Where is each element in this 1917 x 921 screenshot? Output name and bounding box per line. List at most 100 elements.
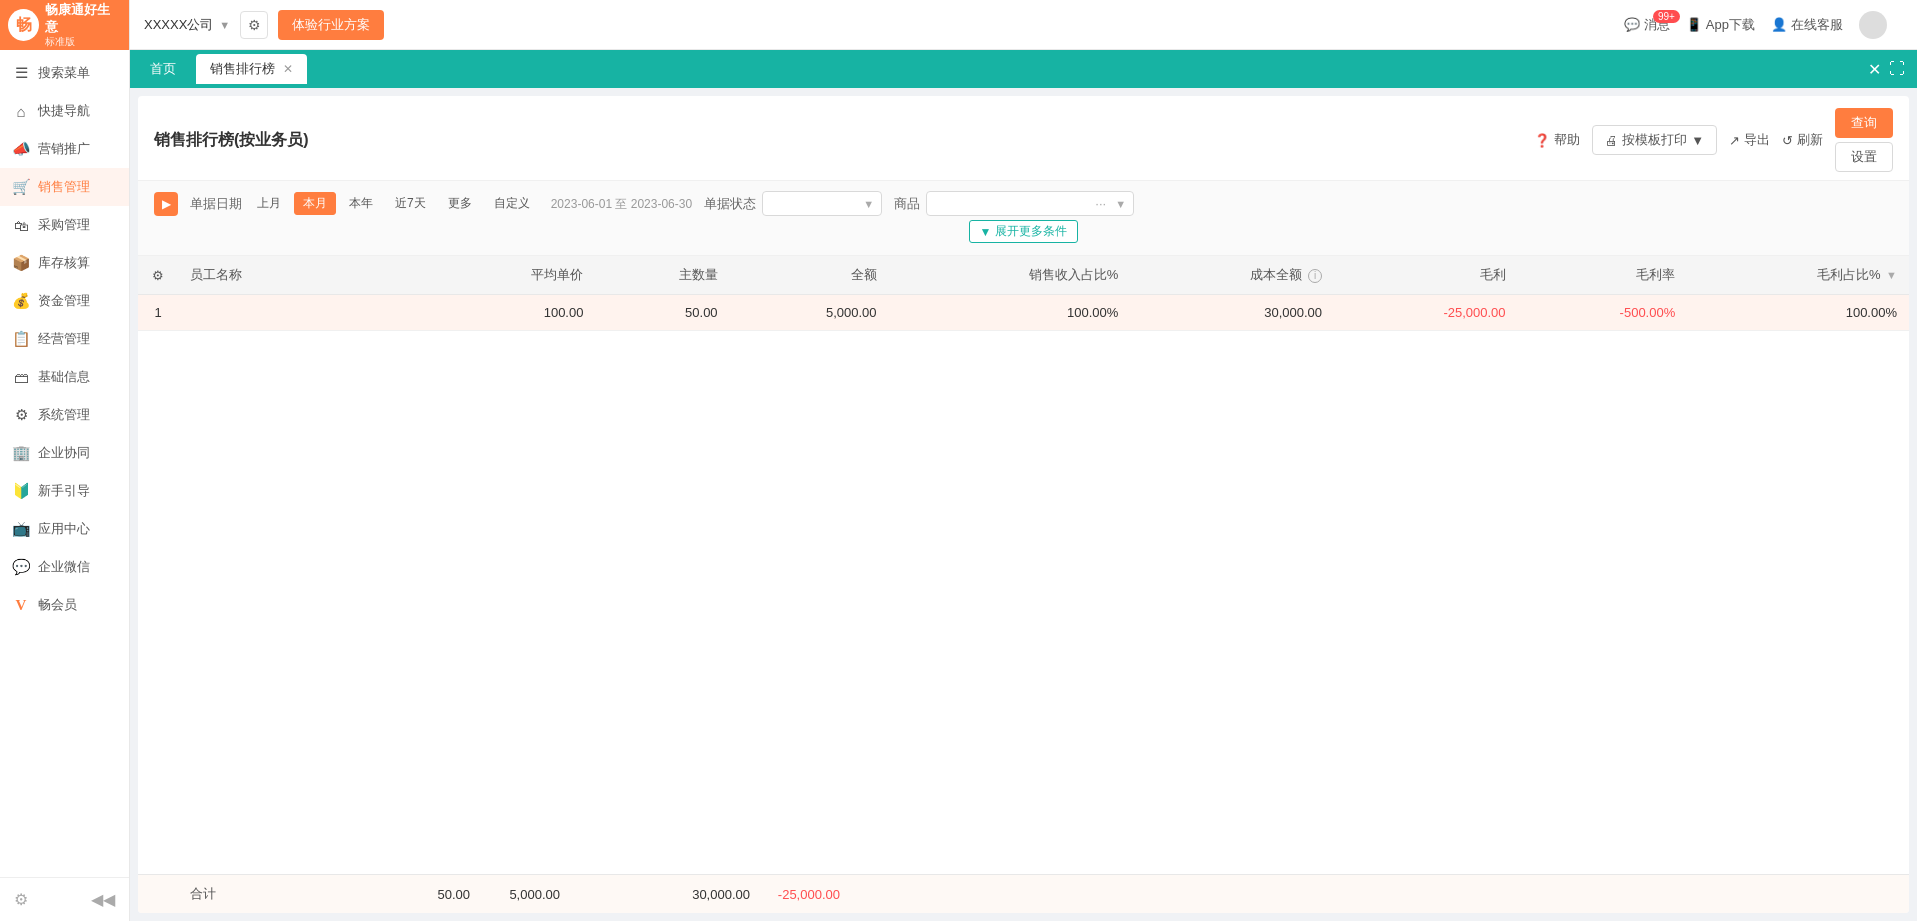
footer-profit: -25,000.00 [750, 887, 840, 902]
filter-area: ▶ 单据日期 上月 本月 本年 近7天 更多 自定义 [138, 181, 1909, 256]
table-settings-icon[interactable]: ⚙ [152, 268, 164, 283]
sidebar-item-member[interactable]: V 畅会员 [0, 586, 129, 624]
print-button[interactable]: 🖨 按模板打印 ▼ [1592, 125, 1717, 155]
export-icon: ↗ [1729, 133, 1740, 148]
table-footer: 合计 50.00 5,000.00 30,000.00 -25,000.00 [138, 874, 1909, 913]
goods-input[interactable] [926, 191, 1134, 216]
footer-qty: 50.00 [390, 887, 470, 902]
sales-icon: 🛒 [12, 178, 30, 196]
sidebar-item-search[interactable]: ☰ 搜索菜单 [0, 54, 129, 92]
sidebar-item-operation[interactable]: 📋 经营管理 [0, 320, 129, 358]
company-name: XXXXX公司 [144, 16, 213, 34]
settings-button[interactable]: 设置 [1835, 142, 1893, 172]
col-header-profit: 毛利 [1334, 256, 1518, 295]
date-range-text: 2023-06-01 至 2023-06-30 [551, 196, 692, 213]
date-pills: 上月 本月 本年 近7天 更多 自定义 [248, 192, 539, 215]
date-pill-7days[interactable]: 近7天 [386, 192, 435, 215]
goods-filter: 商品 ··· ▼ [894, 191, 1134, 216]
cell-sales-pct: 100.00% [889, 295, 1131, 331]
content-area: 销售排行榜(按业务员) ❓ 帮助 🖨 按模板打印 ▼ ↗ 导出 [130, 88, 1917, 921]
search-icon: ☰ [12, 64, 30, 82]
enterprise-icon: 🏢 [12, 444, 30, 462]
avatar[interactable] [1859, 11, 1887, 39]
company-selector[interactable]: XXXXX公司 ▼ [144, 16, 230, 34]
apps-icon: 📺 [12, 520, 30, 538]
expand-more-row: ▼ 展开更多条件 [154, 216, 1893, 245]
cost-info-icon[interactable]: i [1308, 269, 1322, 283]
app-icon: 📱 [1686, 17, 1702, 32]
col-header-profit-rate: 毛利率 [1518, 256, 1688, 295]
service-icon: 👤 [1771, 17, 1787, 32]
table-header-row: ⚙ 员工名称 平均单价 主数量 [138, 256, 1909, 295]
help-icon: ❓ [1534, 133, 1550, 148]
message-badge: 99+ [1653, 10, 1680, 23]
sidebar-nav: ☰ 搜索菜单 ⌂ 快捷导航 📣 营销推广 🛒 销售管理 🛍 采购管理 📦 库存核… [0, 50, 129, 877]
settings-footer-icon[interactable]: ⚙ [14, 890, 28, 909]
tab-close-icon[interactable]: ✕ [283, 62, 293, 76]
sidebar-item-sales[interactable]: 🛒 销售管理 [0, 168, 129, 206]
sidebar-item-wechat[interactable]: 💬 企业微信 [0, 548, 129, 586]
date-pill-this-month[interactable]: 本月 [294, 192, 336, 215]
status-select[interactable] [762, 191, 882, 216]
online-service-button[interactable]: 👤 在线客服 [1771, 16, 1843, 34]
date-pill-more[interactable]: 更多 [439, 192, 481, 215]
marketing-icon: 📣 [12, 140, 30, 158]
export-button[interactable]: ↗ 导出 [1729, 131, 1770, 149]
date-pill-custom[interactable]: 自定义 [485, 192, 539, 215]
help-button[interactable]: ❓ 帮助 [1534, 131, 1580, 149]
tab-bar: 首页 销售排行榜 ✕ ✕ ⛶ [130, 50, 1917, 88]
app-download-button[interactable]: 📱 App下载 [1686, 16, 1755, 34]
filter-collapse-icon: ▶ [162, 197, 171, 211]
date-pill-last-month[interactable]: 上月 [248, 192, 290, 215]
status-select-wrapper: ▼ [762, 191, 882, 216]
message-button[interactable]: 💬 消息 99+ [1624, 16, 1670, 34]
expand-more-icon: ▼ [980, 225, 992, 239]
refresh-button[interactable]: ↺ 刷新 [1782, 131, 1823, 149]
sidebar-item-quicknav[interactable]: ⌂ 快捷导航 [0, 92, 129, 130]
tab-home[interactable]: 首页 [134, 50, 192, 88]
status-label: 单据状态 [704, 195, 756, 213]
data-table: ⚙ 员工名称 平均单价 主数量 [138, 256, 1909, 331]
member-icon: V [12, 597, 30, 614]
filter-collapse-btn[interactable]: ▶ [154, 192, 178, 216]
sidebar-item-basic[interactable]: 🗃 基础信息 [0, 358, 129, 396]
cell-amount: 5,000.00 [730, 295, 889, 331]
profit-pct-sort-icon[interactable]: ▼ [1886, 269, 1897, 281]
cell-profit: -25,000.00 [1334, 295, 1518, 331]
sidebar: 畅 畅康通好生意 标准版 ☰ 搜索菜单 ⌂ 快捷导航 📣 营销推广 🛒 销售管理… [0, 0, 130, 921]
page-title: 销售排行榜(按业务员) [154, 130, 309, 151]
col-header-qty: 主数量 [595, 256, 729, 295]
sidebar-item-purchase[interactable]: 🛍 采购管理 [0, 206, 129, 244]
col-header-amount: 全额 [730, 256, 889, 295]
sidebar-item-apps[interactable]: 📺 应用中心 [0, 510, 129, 548]
tab-fullscreen-icon[interactable]: ⛶ [1889, 60, 1905, 79]
sidebar-item-system[interactable]: ⚙ 系统管理 [0, 396, 129, 434]
logo-text: 畅康通好生意 标准版 [45, 2, 121, 49]
query-button[interactable]: 查询 [1835, 108, 1893, 138]
date-pill-this-year[interactable]: 本年 [340, 192, 382, 215]
sidebar-item-guide[interactable]: 🔰 新手引导 [0, 472, 129, 510]
sidebar-item-finance[interactable]: 💰 资金管理 [0, 282, 129, 320]
sidebar-item-inventory[interactable]: 📦 库存核算 [0, 244, 129, 282]
sidebar-item-marketing[interactable]: 📣 营销推广 [0, 130, 129, 168]
status-filter: 单据状态 ▼ [704, 191, 882, 216]
basic-icon: 🗃 [12, 369, 30, 386]
expand-more-button[interactable]: ▼ 展开更多条件 [969, 220, 1079, 243]
tab-sales-rank[interactable]: 销售排行榜 ✕ [196, 54, 307, 84]
cell-profit-rate: -500.00% [1518, 295, 1688, 331]
page-container: 销售排行榜(按业务员) ❓ 帮助 🖨 按模板打印 ▼ ↗ 导出 [138, 96, 1909, 913]
header-gear-button[interactable]: ⚙ [240, 11, 268, 39]
collapse-icon[interactable]: ◀◀ [91, 890, 115, 909]
page-actions: ❓ 帮助 🖨 按模板打印 ▼ ↗ 导出 ↺ 刷新 [1534, 108, 1893, 172]
industry-button[interactable]: 体验行业方案 [278, 10, 384, 40]
col-header-sales-pct: 销售收入占比% [889, 256, 1131, 295]
cell-rank: 1 [138, 295, 178, 331]
footer-amount: 5,000.00 [470, 887, 560, 902]
footer-cost: 30,000.00 [660, 887, 750, 902]
cell-avg-price: 100.00 [434, 295, 596, 331]
sidebar-item-enterprise[interactable]: 🏢 企业协同 [0, 434, 129, 472]
tab-close-all-icon[interactable]: ✕ [1868, 60, 1881, 79]
message-icon: 💬 [1624, 17, 1640, 32]
table-row: 1 100.00 50.00 [138, 295, 1909, 331]
col-header-rank: ⚙ [138, 256, 178, 295]
